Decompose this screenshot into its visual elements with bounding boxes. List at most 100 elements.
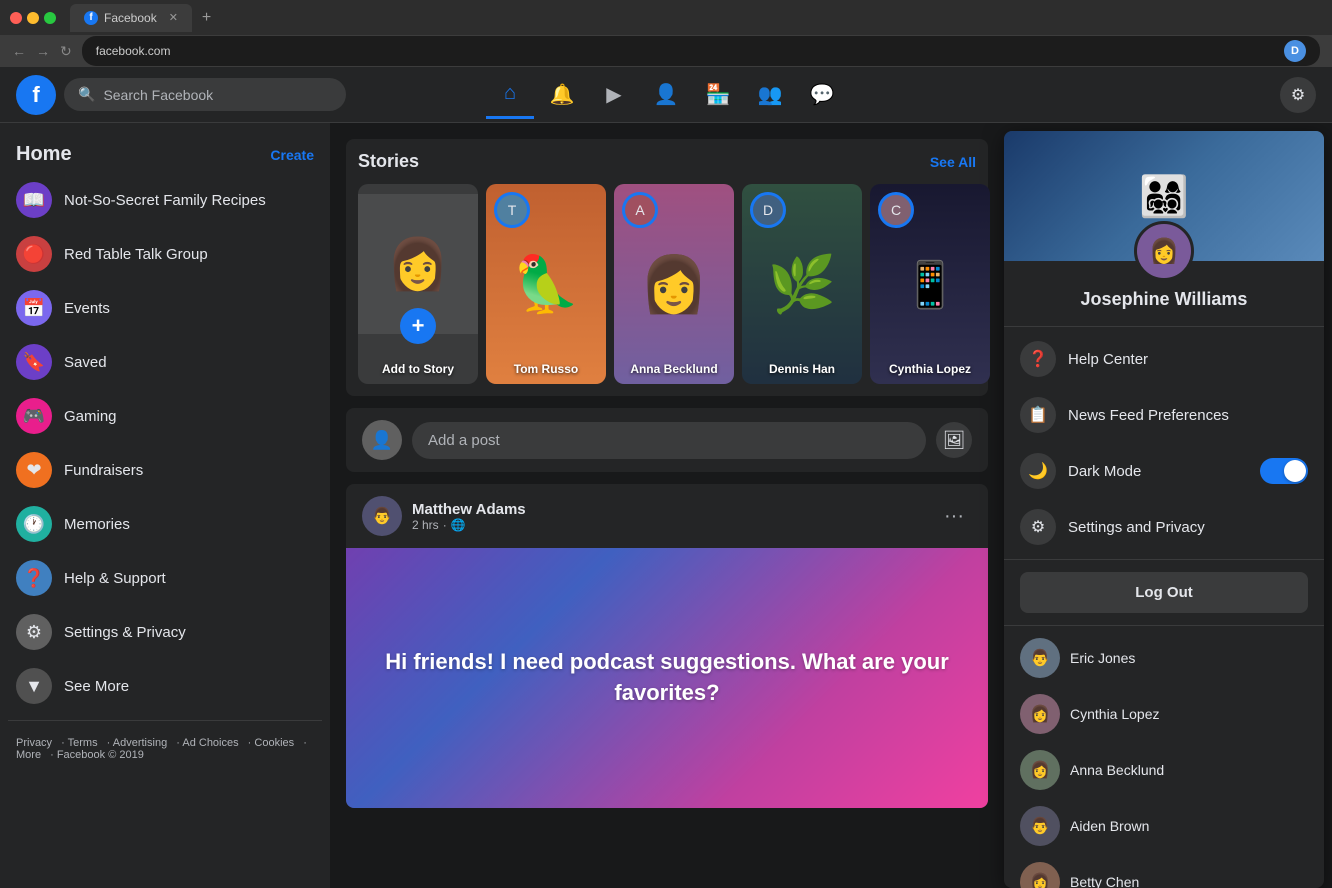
footer-privacy[interactable]: Privacy [16, 737, 52, 749]
friend-item-eric[interactable]: 👨 Eric Jones [1004, 630, 1324, 686]
friend-item-anna[interactable]: 👩 Anna Becklund [1004, 742, 1324, 798]
stories-section: Stories See All 👩 + Add to Story [346, 139, 988, 396]
sidebar-item-help[interactable]: ❓ Help & Support [8, 552, 322, 604]
nav-messenger-button[interactable]: 💬 [798, 71, 846, 119]
back-button[interactable]: ← [12, 43, 26, 59]
stories-title: Stories [358, 151, 419, 172]
browser-tab[interactable]: f Facebook ✕ [70, 4, 192, 32]
settings-button[interactable]: ⚙ [1280, 77, 1316, 113]
nav-home-button[interactable]: ⌂ [486, 71, 534, 119]
top-nav: f 🔍 Search Facebook ⌂ 🔔 ▶ 👤 🏪 👥 💬 ⚙ [0, 67, 1332, 123]
nav-profile-button[interactable]: 👤 [642, 71, 690, 119]
family-recipes-icon: 📖 [16, 182, 52, 218]
stories-header: Stories See All [358, 151, 976, 172]
sidebar-label-memories: Memories [64, 516, 130, 533]
dropdown-dark-mode[interactable]: 🌙 Dark Mode [1004, 443, 1324, 499]
right-panel: 👨‍👩‍👧‍👦 👩 Josephine Williams ❓ Help Cent… [1004, 131, 1324, 888]
minimize-traffic-light[interactable] [27, 12, 39, 24]
app-container: f 🔍 Search Facebook ⌂ 🔔 ▶ 👤 🏪 👥 💬 ⚙ Home… [0, 67, 1332, 888]
dropdown-help-center[interactable]: ❓ Help Center [1004, 331, 1324, 387]
matthew-avatar: 👨 [362, 496, 402, 536]
fundraisers-icon: ❤ [16, 452, 52, 488]
profile-cover: 👨‍👩‍👧‍👦 👩 [1004, 131, 1324, 261]
footer-advertising[interactable]: Advertising [113, 737, 167, 749]
logout-button[interactable]: Log Out [1020, 572, 1308, 613]
create-link[interactable]: Create [270, 147, 314, 163]
photo-button[interactable]: 🖼 [936, 422, 972, 458]
anna-friend-name: Anna Becklund [1070, 762, 1164, 778]
new-tab-button[interactable]: + [202, 9, 211, 27]
settings-privacy-icon: ⚙ [16, 614, 52, 650]
sidebar-item-saved[interactable]: 🔖 Saved [8, 336, 322, 388]
sidebar-label-red-table: Red Table Talk Group [64, 246, 208, 263]
footer-cookies[interactable]: Cookies [254, 737, 294, 749]
anna-avatar: A [622, 192, 658, 228]
footer-ad-choices[interactable]: Ad Choices [182, 737, 238, 749]
close-traffic-light[interactable] [10, 12, 22, 24]
post-dot: · [443, 518, 447, 532]
nav-marketplace-button[interactable]: 🏪 [694, 71, 742, 119]
post-meta: 2 hrs · 🌐 [412, 518, 926, 532]
anna-friend-avatar: 👩 [1020, 750, 1060, 790]
sidebar-item-fundraisers[interactable]: ❤ Fundraisers [8, 444, 322, 496]
sidebar-item-memories[interactable]: 🕐 Memories [8, 498, 322, 550]
settings-privacy-menu-label: Settings and Privacy [1068, 519, 1205, 536]
sidebar-item-family-recipes[interactable]: 📖 Not-So-Secret Family Recipes [8, 174, 322, 226]
url-bar[interactable]: facebook.com D [82, 36, 1320, 66]
friend-item-cynthia[interactable]: 👩 Cynthia Lopez [1004, 686, 1324, 742]
post-image: Hi friends! I need podcast suggestions. … [346, 548, 988, 808]
search-input[interactable]: Search Facebook [103, 87, 213, 103]
see-more-icon: ▼ [16, 668, 52, 704]
help-center-label: Help Center [1068, 351, 1148, 368]
browser-chrome: f Facebook ✕ + [0, 0, 1332, 35]
chrome-user-avatar[interactable]: D [1284, 40, 1306, 62]
refresh-button[interactable]: ↻ [60, 43, 72, 60]
friend-item-betty[interactable]: 👩 Betty Chen [1004, 854, 1324, 888]
cynthia-avatar: C [878, 192, 914, 228]
dark-mode-toggle[interactable] [1260, 458, 1308, 484]
eric-name: Eric Jones [1070, 650, 1135, 666]
story-card-tom[interactable]: 🦜 T Tom Russo [486, 184, 606, 384]
dropdown-settings-privacy[interactable]: ⚙ Settings and Privacy [1004, 499, 1324, 555]
sidebar-item-events[interactable]: 📅 Events [8, 282, 322, 334]
cynthia-friend-avatar: 👩 [1020, 694, 1060, 734]
url-text: facebook.com [96, 44, 171, 58]
maximize-traffic-light[interactable] [44, 12, 56, 24]
sidebar-label-family-recipes: Not-So-Secret Family Recipes [64, 192, 266, 209]
sidebar-item-see-more[interactable]: ▼ See More [8, 660, 322, 712]
news-feed-prefs-icon: 📋 [1020, 397, 1056, 433]
post-input[interactable]: Add a post [412, 422, 926, 459]
nav-video-button[interactable]: ▶ [590, 71, 638, 119]
sidebar-item-red-table[interactable]: 🔴 Red Table Talk Group [8, 228, 322, 280]
facebook-logo[interactable]: f [16, 75, 56, 115]
post-more-button[interactable]: ··· [936, 498, 972, 534]
search-bar[interactable]: 🔍 Search Facebook [64, 78, 346, 111]
sidebar-title: Home Create [8, 135, 322, 174]
forward-button[interactable]: → [36, 43, 50, 59]
facebook-favicon: f [84, 11, 98, 25]
tab-close-button[interactable]: ✕ [169, 11, 178, 24]
story-card-anna[interactable]: 👩 A Anna Becklund [614, 184, 734, 384]
nav-groups-button[interactable]: 👥 [746, 71, 794, 119]
add-story-card[interactable]: 👩 + Add to Story [358, 184, 478, 384]
footer-more[interactable]: More [16, 749, 41, 761]
help-center-icon: ❓ [1020, 341, 1056, 377]
post-privacy-icon: 🌐 [451, 518, 466, 532]
friend-item-aiden[interactable]: 👨 Aiden Brown [1004, 798, 1324, 854]
sidebar-item-settings[interactable]: ⚙ Settings & Privacy [8, 606, 322, 658]
dropdown-divider-3 [1004, 625, 1324, 626]
sidebar-label-help: Help & Support [64, 570, 166, 587]
sidebar-label-see-more: See More [64, 678, 129, 695]
add-story-label: Add to Story [358, 362, 478, 376]
memories-icon: 🕐 [16, 506, 52, 542]
see-all-button[interactable]: See All [930, 154, 976, 170]
stories-row: 👩 + Add to Story 🦜 T Tom Russo [358, 184, 976, 384]
sidebar-item-gaming[interactable]: 🎮 Gaming [8, 390, 322, 442]
footer-terms[interactable]: Terms [68, 737, 98, 749]
nav-notifications-button[interactable]: 🔔 [538, 71, 586, 119]
story-card-dennis[interactable]: 🌿 D Dennis Han [742, 184, 862, 384]
nav-left: f 🔍 Search Facebook [16, 75, 346, 115]
story-card-cynthia[interactable]: 📱 C Cynthia Lopez [870, 184, 990, 384]
dropdown-news-feed-prefs[interactable]: 📋 News Feed Preferences [1004, 387, 1324, 443]
post-time: 2 hrs [412, 518, 439, 532]
